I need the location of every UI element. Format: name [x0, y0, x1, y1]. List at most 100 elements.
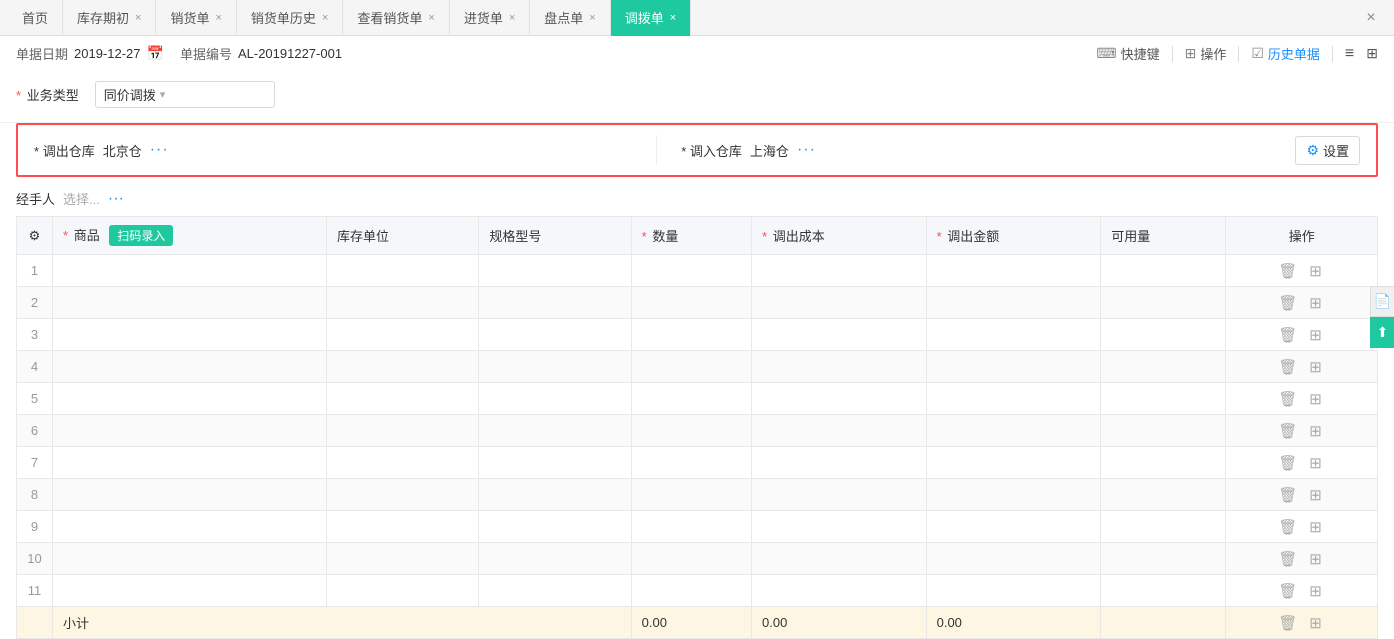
- cell-amount-8[interactable]: [926, 479, 1101, 511]
- subtotal-copy-icon[interactable]: ⊞: [1306, 613, 1326, 633]
- copy-icon-3[interactable]: ⊞: [1306, 325, 1326, 345]
- tab-transfer[interactable]: 调拨单 ×: [611, 0, 691, 36]
- cell-unit-10[interactable]: [327, 543, 479, 575]
- cell-available-1[interactable]: [1101, 255, 1226, 287]
- cell-amount-1[interactable]: [926, 255, 1101, 287]
- cell-spec-7[interactable]: [479, 447, 631, 479]
- cell-amount-6[interactable]: [926, 415, 1101, 447]
- handler-more[interactable]: ···: [108, 190, 124, 208]
- cell-unit-2[interactable]: [327, 287, 479, 319]
- copy-icon-8[interactable]: ⊞: [1306, 485, 1326, 505]
- view-toggle-list[interactable]: ≡: [1345, 45, 1354, 63]
- view-toggle-grid[interactable]: ⊞: [1366, 45, 1378, 62]
- history-doc-button[interactable]: ☑ 历史单据: [1251, 44, 1320, 63]
- handler-select[interactable]: 选择...: [63, 189, 100, 208]
- cell-cost-5[interactable]: [752, 383, 927, 415]
- cell-cost-8[interactable]: [752, 479, 927, 511]
- delete-icon-5[interactable]: 🗑: [1278, 389, 1298, 409]
- copy-icon-10[interactable]: ⊞: [1306, 549, 1326, 569]
- th-gear[interactable]: ⚙: [17, 217, 53, 255]
- cell-cost-4[interactable]: [752, 351, 927, 383]
- cell-available-7[interactable]: [1101, 447, 1226, 479]
- cell-qty-2[interactable]: [631, 287, 751, 319]
- cell-unit-8[interactable]: [327, 479, 479, 511]
- copy-icon-4[interactable]: ⊞: [1306, 357, 1326, 377]
- tab-purchase[interactable]: 进货单 ×: [450, 0, 530, 36]
- cell-spec-9[interactable]: [479, 511, 631, 543]
- cell-product-6[interactable]: [53, 415, 327, 447]
- cell-product-11[interactable]: [53, 575, 327, 607]
- tab-inventory-init[interactable]: 库存期初 ×: [63, 0, 156, 36]
- cell-spec-4[interactable]: [479, 351, 631, 383]
- copy-icon-2[interactable]: ⊞: [1306, 293, 1326, 313]
- cell-available-8[interactable]: [1101, 479, 1226, 511]
- scan-entry-button[interactable]: 扫码录入: [109, 225, 173, 246]
- tab-bar-close-button[interactable]: ×: [1356, 0, 1386, 36]
- cell-spec-8[interactable]: [479, 479, 631, 511]
- tab-stocktake[interactable]: 盘点单 ×: [530, 0, 610, 36]
- tab-sales-order[interactable]: 销货单 ×: [156, 0, 236, 36]
- cell-amount-10[interactable]: [926, 543, 1101, 575]
- cell-product-8[interactable]: [53, 479, 327, 511]
- tab-sales-history[interactable]: 销货单历史 ×: [237, 0, 343, 36]
- cell-available-2[interactable]: [1101, 287, 1226, 319]
- cell-spec-11[interactable]: [479, 575, 631, 607]
- delete-icon-10[interactable]: 🗑: [1278, 549, 1298, 569]
- copy-icon-1[interactable]: ⊞: [1306, 261, 1326, 281]
- cell-qty-11[interactable]: [631, 575, 751, 607]
- gear-settings-icon[interactable]: ⚙: [29, 228, 41, 243]
- delete-icon-1[interactable]: 🗑: [1278, 261, 1298, 281]
- quick-keys-button[interactable]: ⌨ 快捷键: [1096, 44, 1159, 63]
- cell-qty-5[interactable]: [631, 383, 751, 415]
- tab-transfer-close[interactable]: ×: [670, 12, 676, 24]
- cell-unit-9[interactable]: [327, 511, 479, 543]
- cell-product-10[interactable]: [53, 543, 327, 575]
- cell-spec-5[interactable]: [479, 383, 631, 415]
- cell-qty-1[interactable]: [631, 255, 751, 287]
- cell-cost-3[interactable]: [752, 319, 927, 351]
- cell-cost-7[interactable]: [752, 447, 927, 479]
- tab-sales-history-close[interactable]: ×: [322, 12, 328, 24]
- tab-stocktake-close[interactable]: ×: [589, 12, 595, 24]
- delete-icon-9[interactable]: 🗑: [1278, 517, 1298, 537]
- cell-amount-11[interactable]: [926, 575, 1101, 607]
- cell-spec-1[interactable]: [479, 255, 631, 287]
- delete-icon-4[interactable]: 🗑: [1278, 357, 1298, 377]
- cell-amount-7[interactable]: [926, 447, 1101, 479]
- cell-qty-3[interactable]: [631, 319, 751, 351]
- cell-amount-3[interactable]: [926, 319, 1101, 351]
- cell-product-2[interactable]: [53, 287, 327, 319]
- cell-product-1[interactable]: [53, 255, 327, 287]
- calendar-icon[interactable]: 📅: [147, 45, 164, 62]
- delete-icon-6[interactable]: 🗑: [1278, 421, 1298, 441]
- cell-spec-3[interactable]: [479, 319, 631, 351]
- tab-sales-order-close[interactable]: ×: [215, 12, 221, 24]
- delete-icon-3[interactable]: 🗑: [1278, 325, 1298, 345]
- cell-spec-2[interactable]: [479, 287, 631, 319]
- cell-available-10[interactable]: [1101, 543, 1226, 575]
- delete-icon-2[interactable]: 🗑: [1278, 293, 1298, 313]
- cell-cost-10[interactable]: [752, 543, 927, 575]
- cell-product-4[interactable]: [53, 351, 327, 383]
- tab-inventory-init-close[interactable]: ×: [135, 12, 141, 24]
- right-float-expand-button[interactable]: ⬆: [1370, 317, 1394, 348]
- cell-cost-2[interactable]: [752, 287, 927, 319]
- warehouse-out-more[interactable]: ···: [150, 141, 169, 159]
- cell-cost-6[interactable]: [752, 415, 927, 447]
- right-float-doc-button[interactable]: 📄: [1370, 286, 1394, 317]
- operations-button[interactable]: ⊞ 操作: [1185, 44, 1227, 63]
- cell-unit-3[interactable]: [327, 319, 479, 351]
- cell-unit-6[interactable]: [327, 415, 479, 447]
- cell-qty-9[interactable]: [631, 511, 751, 543]
- cell-unit-1[interactable]: [327, 255, 479, 287]
- cell-spec-10[interactable]: [479, 543, 631, 575]
- copy-icon-11[interactable]: ⊞: [1306, 581, 1326, 601]
- cell-product-3[interactable]: [53, 319, 327, 351]
- cell-product-5[interactable]: [53, 383, 327, 415]
- settings-button[interactable]: ⚙ 设置: [1295, 136, 1360, 165]
- cell-qty-6[interactable]: [631, 415, 751, 447]
- delete-icon-11[interactable]: 🗑: [1278, 581, 1298, 601]
- cell-amount-4[interactable]: [926, 351, 1101, 383]
- cell-qty-8[interactable]: [631, 479, 751, 511]
- cell-cost-1[interactable]: [752, 255, 927, 287]
